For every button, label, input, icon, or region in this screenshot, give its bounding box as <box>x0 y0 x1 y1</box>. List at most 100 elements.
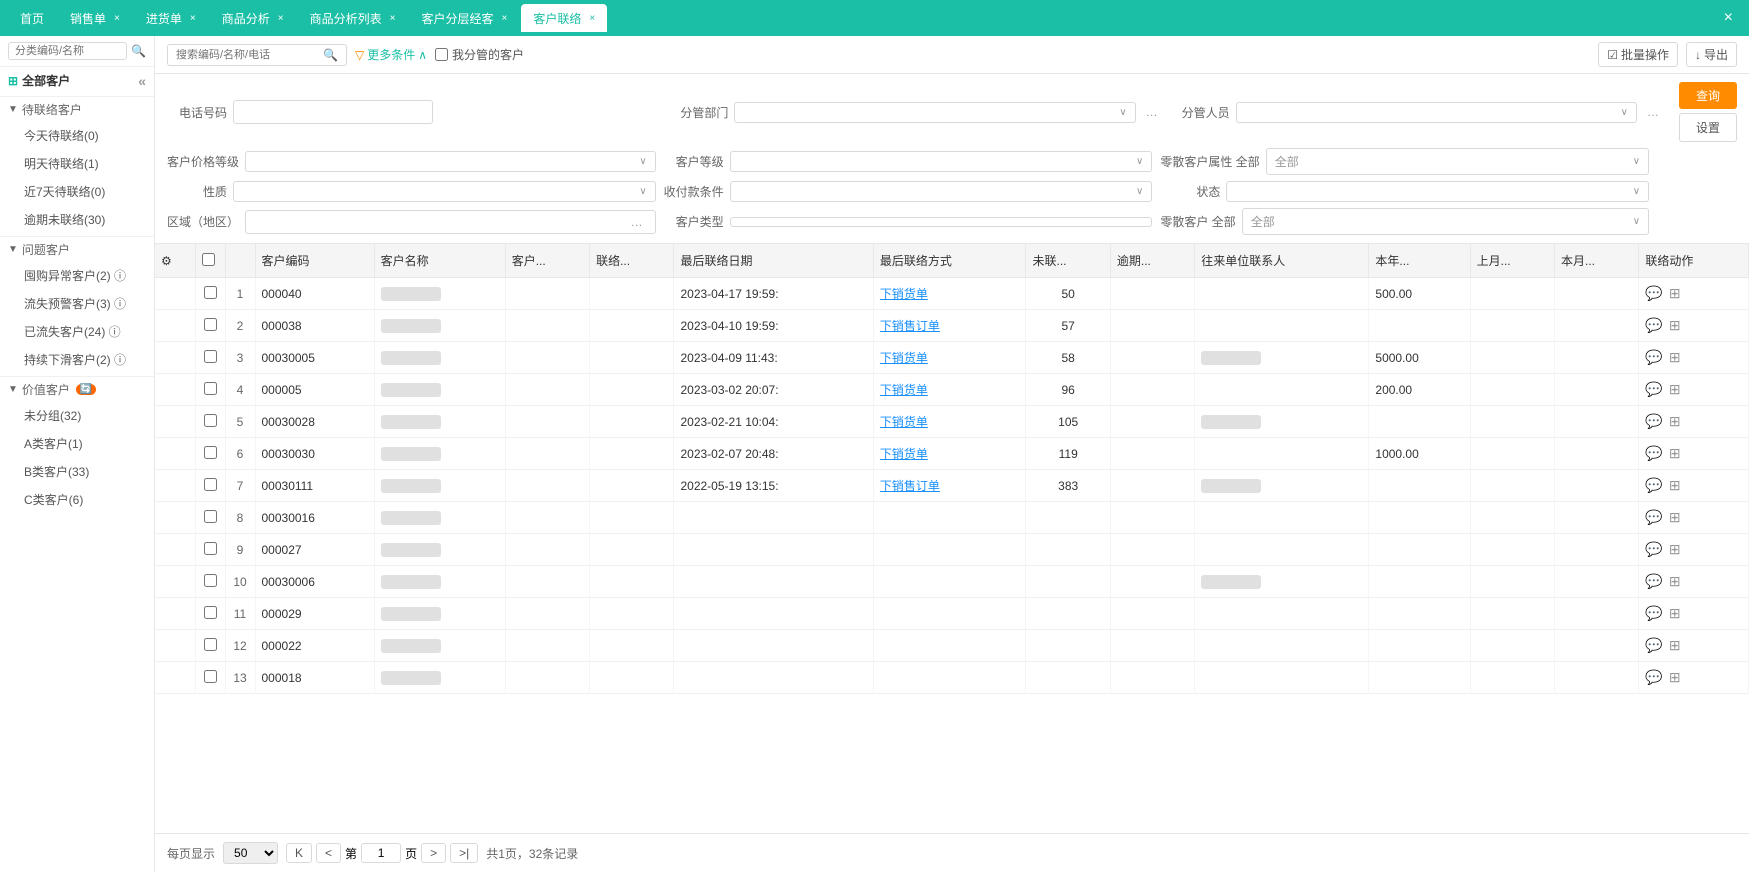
sidebar-item-a-class[interactable]: A类客户(1) <box>8 430 154 458</box>
col-overdue[interactable]: 逾期... <box>1110 244 1194 278</box>
nature-select[interactable]: ∨ <box>233 181 656 202</box>
nav-product-analysis-close[interactable]: × <box>278 13 284 24</box>
reset-button[interactable]: 设置 <box>1679 113 1737 142</box>
call-icon[interactable]: 💬 <box>1645 605 1662 622</box>
row-checkbox[interactable] <box>204 574 217 587</box>
prev-page-button[interactable]: < <box>316 843 341 863</box>
row-checkbox[interactable] <box>204 318 217 331</box>
main-search-icon[interactable]: 🔍 <box>323 48 338 62</box>
more-filters-toggle[interactable]: ▽ 更多条件 ∧ <box>355 46 427 63</box>
contact-method-link[interactable]: 下销售订单 <box>880 479 940 493</box>
sidebar-item-ungrouped[interactable]: 未分组(32) <box>8 402 154 430</box>
select-all-checkbox[interactable] <box>202 253 215 266</box>
main-search-input[interactable] <box>176 49 319 61</box>
cust-type-select[interactable] <box>730 217 1153 227</box>
dept-select[interactable]: ∨ <box>734 102 1135 123</box>
nav-sales[interactable]: 销售单 × <box>58 4 132 32</box>
section-value-customers[interactable]: ▼ 价值客户 🔄 <box>0 376 154 402</box>
row-checkbox[interactable] <box>204 638 217 651</box>
sidebar-item-7days[interactable]: 近7天待联络(0) <box>8 178 154 206</box>
status-select[interactable]: ∨ <box>1226 181 1649 202</box>
batch-operations-button[interactable]: ☑ 批量操作 <box>1598 42 1678 67</box>
sidebar-item-tomorrow[interactable]: 明天待联络(1) <box>8 150 154 178</box>
grid-action-icon[interactable]: ⊞ <box>1669 509 1681 526</box>
grid-action-icon[interactable]: ⊞ <box>1669 349 1681 366</box>
settings-icon[interactable]: ⚙ <box>161 254 172 268</box>
sidebar-item-hoarding[interactable]: 囤购异常客户(2) ⓘ <box>8 262 154 290</box>
nav-product-list[interactable]: 商品分析列表 × <box>298 4 408 32</box>
col-customer-type[interactable]: 客户... <box>505 244 589 278</box>
col-this-year[interactable]: 本年... <box>1369 244 1470 278</box>
grid-action-icon[interactable]: ⊞ <box>1669 605 1681 622</box>
contact-method-link[interactable]: 下销货单 <box>880 383 928 397</box>
grid-action-icon[interactable]: ⊞ <box>1669 413 1681 430</box>
sidebar-item-churn-warning[interactable]: 流失预警客户(3) ⓘ <box>8 290 154 318</box>
row-checkbox[interactable] <box>204 350 217 363</box>
call-icon[interactable]: 💬 <box>1645 445 1662 462</box>
sidebar-collapse-icon[interactable]: « <box>138 73 146 89</box>
col-code[interactable]: 客户编码 <box>255 244 374 278</box>
sparse-attr-select[interactable]: 全部 ∨ <box>1266 148 1649 175</box>
payment-select[interactable]: ∨ <box>730 181 1153 202</box>
nav-customer-contact[interactable]: 客户联络 × <box>521 4 607 32</box>
row-checkbox[interactable] <box>204 478 217 491</box>
nav-product-list-close[interactable]: × <box>390 13 396 24</box>
contact-method-link[interactable]: 下销货单 <box>880 351 928 365</box>
row-checkbox[interactable] <box>204 286 217 299</box>
row-checkbox[interactable] <box>204 510 217 523</box>
nav-customer-seg[interactable]: 客户分层经客 × <box>409 4 519 32</box>
nav-customer-seg-close[interactable]: × <box>501 13 507 24</box>
row-checkbox[interactable] <box>204 414 217 427</box>
price-level-select[interactable]: ∨ <box>245 151 656 172</box>
sidebar-item-declining[interactable]: 持续下滑客户(2) ⓘ <box>8 346 154 374</box>
col-last-month[interactable]: 上月... <box>1470 244 1554 278</box>
call-icon[interactable]: 💬 <box>1645 573 1662 590</box>
col-unit-contact[interactable]: 往来单位联系人 <box>1195 244 1369 278</box>
call-icon[interactable]: 💬 <box>1645 477 1662 494</box>
row-checkbox[interactable] <box>204 670 217 683</box>
call-icon[interactable]: 💬 <box>1645 381 1662 398</box>
nav-customer-contact-close[interactable]: × <box>589 13 595 24</box>
nav-home[interactable]: 首页 <box>8 4 56 32</box>
page-size-select[interactable]: 50 20 100 <box>223 842 278 864</box>
phone-input[interactable] <box>233 100 433 124</box>
col-last-contact-method[interactable]: 最后联络方式 <box>873 244 1026 278</box>
call-icon[interactable]: 💬 <box>1645 509 1662 526</box>
sidebar-search-icon[interactable]: 🔍 <box>131 44 146 58</box>
window-close-button[interactable]: × <box>1716 9 1741 27</box>
col-not-contacted[interactable]: 未联... <box>1026 244 1110 278</box>
sidebar-item-c-class[interactable]: C类客户(6) <box>8 486 154 514</box>
manager-select[interactable]: ∨ <box>1236 102 1637 123</box>
col-name[interactable]: 客户名称 <box>374 244 505 278</box>
col-settings[interactable]: ⚙ <box>155 244 195 278</box>
contact-method-link[interactable]: 下销售订单 <box>880 319 940 333</box>
region-more-icon[interactable]: … <box>627 215 647 229</box>
row-checkbox[interactable] <box>204 446 217 459</box>
row-checkbox[interactable] <box>204 606 217 619</box>
col-contact[interactable]: 联络... <box>590 244 674 278</box>
section-pending-contact[interactable]: ▼ 待联络客户 <box>0 96 154 122</box>
sidebar-search-input[interactable] <box>8 42 127 60</box>
call-icon[interactable]: 💬 <box>1645 637 1662 654</box>
call-icon[interactable]: 💬 <box>1645 413 1662 430</box>
query-button[interactable]: 查询 <box>1679 82 1737 109</box>
sidebar-all-customers[interactable]: ⊞ 全部客户 « <box>0 67 154 94</box>
grid-action-icon[interactable]: ⊞ <box>1669 541 1681 558</box>
col-this-month[interactable]: 本月... <box>1555 244 1639 278</box>
manager-more-icon[interactable]: … <box>1643 105 1663 119</box>
col-last-contact-date[interactable]: 最后联络日期 <box>674 244 873 278</box>
row-checkbox[interactable] <box>204 382 217 395</box>
grid-action-icon[interactable]: ⊞ <box>1669 573 1681 590</box>
sidebar-item-churned[interactable]: 已流失客户(24) ⓘ <box>8 318 154 346</box>
cust-level-select[interactable]: ∨ <box>730 151 1153 172</box>
call-icon[interactable]: 💬 <box>1645 285 1662 302</box>
sidebar-item-today[interactable]: 今天待联络(0) <box>8 122 154 150</box>
section-problem-customers[interactable]: ▼ 问题客户 <box>0 236 154 262</box>
grid-action-icon[interactable]: ⊞ <box>1669 477 1681 494</box>
grid-action-icon[interactable]: ⊞ <box>1669 669 1681 686</box>
contact-method-link[interactable]: 下销货单 <box>880 447 928 461</box>
call-icon[interactable]: 💬 <box>1645 669 1662 686</box>
contact-method-link[interactable]: 下销货单 <box>880 287 928 301</box>
call-icon[interactable]: 💬 <box>1645 317 1662 334</box>
nav-product-analysis[interactable]: 商品分析 × <box>210 4 296 32</box>
